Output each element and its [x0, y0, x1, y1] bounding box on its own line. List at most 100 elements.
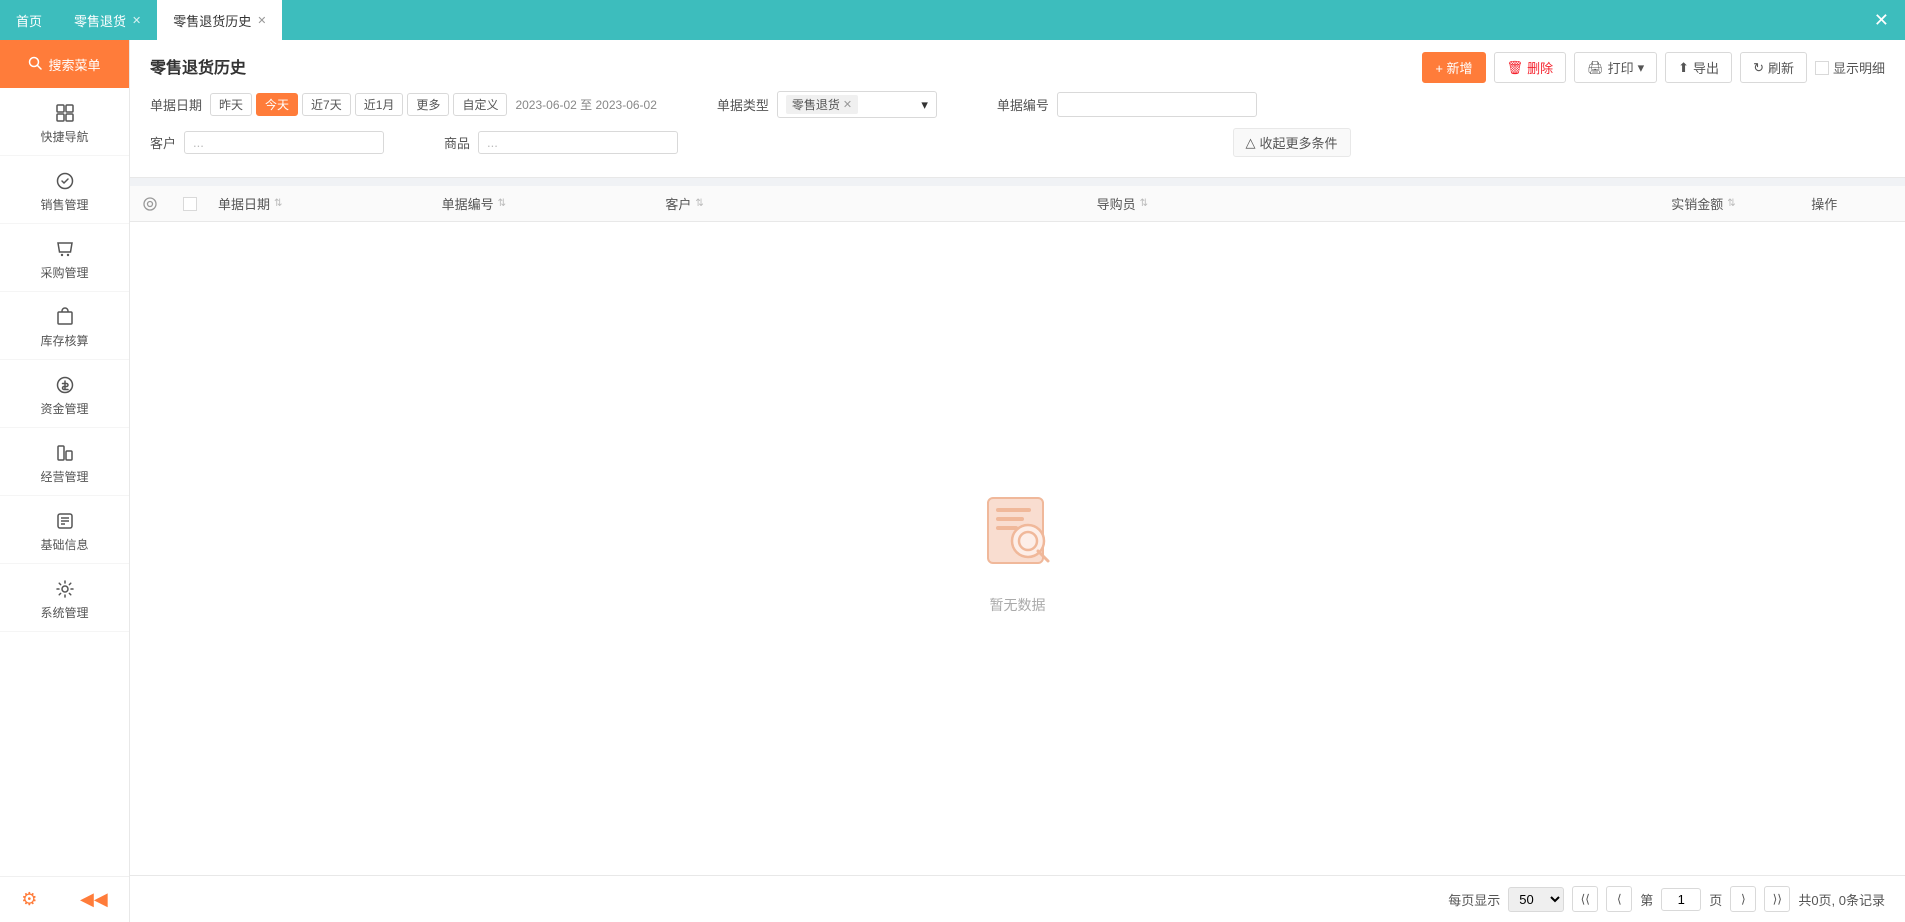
sidebar-item-purchase-label: 采购管理 — [40, 264, 88, 281]
page-label: 第 — [1640, 890, 1653, 909]
th-date-label: 单据日期 — [218, 194, 270, 213]
total-text: 共0页, 0条记录 — [1798, 890, 1885, 909]
date-btn-1month[interactable]: 近1月 — [355, 93, 404, 116]
delete-button[interactable]: 🗑 删除 — [1494, 52, 1567, 83]
th-customer-sort: ⇅ — [695, 198, 703, 209]
filter-docnumber-label: 单据编号 — [997, 95, 1049, 114]
search-icon — [28, 56, 42, 73]
search-menu-button[interactable]: 搜索菜单 — [0, 40, 129, 88]
page-title: 零售退货历史 — [150, 54, 246, 78]
th-checkbox[interactable] — [170, 197, 210, 211]
sidebar-item-operations[interactable]: 经营管理 — [0, 428, 129, 496]
settings-bottom-icon[interactable]: ⚙ — [21, 889, 37, 910]
th-number[interactable]: 单据编号 ⇅ — [434, 194, 658, 213]
tab-retail-return-history-label: 零售退货历史 — [173, 11, 251, 30]
select-all-checkbox[interactable] — [183, 197, 197, 211]
export-button-label: 导出 — [1693, 58, 1719, 77]
date-btn-7days[interactable]: 近7天 — [302, 93, 351, 116]
th-amount[interactable]: 实销金额 ⇅ — [1520, 194, 1744, 213]
first-page-button[interactable]: ⟨⟨ — [1572, 886, 1598, 912]
tab-retail-return-history[interactable]: 零售退货历史 ✕ — [157, 0, 282, 40]
empty-state-icon — [968, 483, 1068, 583]
operations-icon — [54, 442, 76, 464]
sidebar-item-operations-label: 经营管理 — [40, 468, 88, 485]
filter-docnumber-item: 单据编号 — [997, 92, 1257, 117]
sales-icon — [54, 170, 76, 192]
filter-docnumber-input[interactable] — [1057, 92, 1257, 117]
sidebar-item-purchase[interactable]: 采购管理 — [0, 224, 129, 292]
window-close-button[interactable]: ✕ — [1874, 10, 1905, 31]
th-ops-label: 操作 — [1811, 194, 1837, 213]
table-area: 单据日期 ⇅ 单据编号 ⇅ 客户 ⇅ 导购员 ⇅ 实销金额 ⇅ — [130, 186, 1905, 922]
th-date-sort: ⇅ — [274, 198, 282, 209]
sidebar-item-quick-nav[interactable]: 快捷导航 — [0, 88, 129, 156]
filter-goods-item: 商品 ... — [444, 131, 678, 154]
filter-doctype-label: 单据类型 — [717, 95, 769, 114]
refresh-button-label: 刷新 — [1768, 58, 1794, 77]
volume-bottom-icon[interactable]: ◀◀ — [80, 889, 108, 910]
refresh-button[interactable]: ↻ 刷新 — [1740, 52, 1807, 83]
new-button[interactable]: + 新增 — [1422, 52, 1485, 83]
print-button-label: 打印 — [1608, 58, 1634, 77]
th-guide-sort: ⇅ — [1140, 198, 1148, 209]
export-button[interactable]: ⬆ 导出 — [1665, 52, 1732, 83]
sidebar-item-basic-info-label: 基础信息 — [40, 536, 88, 553]
th-guide[interactable]: 导购员 ⇅ — [1089, 194, 1520, 213]
sidebar-item-basic-info[interactable]: 基础信息 — [0, 496, 129, 564]
th-date[interactable]: 单据日期 ⇅ — [210, 194, 434, 213]
collapse-container: △ 收起更多条件 — [698, 128, 1885, 157]
show-detail-label: 显示明细 — [1833, 58, 1885, 77]
date-btn-yesterday[interactable]: 昨天 — [210, 93, 252, 116]
th-settings[interactable] — [130, 196, 170, 212]
th-guide-label: 导购员 — [1097, 194, 1136, 213]
sidebar-item-inventory[interactable]: 库存核算 — [0, 292, 129, 360]
tab-home[interactable]: 首页 — [0, 0, 58, 40]
collapse-button[interactable]: △ 收起更多条件 — [1233, 128, 1351, 157]
filter-doctype-item: 单据类型 零售退货 ✕ ▾ — [717, 91, 937, 118]
print-icon: 🖨 — [1587, 60, 1604, 76]
collapse-label: 收起更多条件 — [1260, 133, 1338, 152]
filter-customer-select[interactable]: ... — [184, 131, 384, 154]
filter-doctype-chevron: ▾ — [921, 97, 928, 113]
sidebar-item-system[interactable]: 系统管理 — [0, 564, 129, 632]
date-btn-today[interactable]: 今天 — [256, 93, 298, 116]
tab-retail-return-label: 零售退货 — [74, 11, 126, 30]
tab-bar: 首页 零售退货 ✕ 零售退货历史 ✕ — [0, 0, 1874, 40]
show-detail-checkbox[interactable] — [1815, 61, 1829, 75]
new-button-label: + 新增 — [1435, 58, 1472, 77]
tab-retail-return[interactable]: 零售退货 ✕ — [58, 0, 157, 40]
top-bar: 首页 零售退货 ✕ 零售退货历史 ✕ ✕ — [0, 0, 1905, 40]
main-layout: 搜索菜单 快捷导航 销售管理 — [0, 40, 1905, 922]
print-button[interactable]: 🖨 打印 ▾ — [1574, 52, 1657, 83]
tab-home-label: 首页 — [16, 11, 42, 30]
date-btn-more[interactable]: 更多 — [407, 93, 449, 116]
sidebar: 搜索菜单 快捷导航 销售管理 — [0, 40, 130, 922]
tab-retail-return-close[interactable]: ✕ — [132, 14, 141, 27]
filter-row-2: 客户 ... 商品 ... △ 收起更多条 — [150, 128, 1885, 157]
filter-doctype-tag-close[interactable]: ✕ — [843, 98, 852, 111]
prev-page-button[interactable]: ⟨ — [1606, 886, 1632, 912]
date-btn-custom[interactable]: 自定义 — [453, 93, 507, 116]
pagination: 每页显示 50 10 20 100 ⟨⟨ ⟨ 第 页 ⟩ ⟩⟩ 共0页, 0条记… — [130, 875, 1905, 922]
th-customer[interactable]: 客户 ⇅ — [657, 194, 1088, 213]
current-page-input[interactable] — [1661, 888, 1701, 911]
filter-area: 单据日期 昨天 今天 近7天 近1月 更多 自定义 2023-06-02 至 2… — [150, 91, 1885, 177]
sidebar-item-finance[interactable]: 资金管理 — [0, 360, 129, 428]
next-page-button[interactable]: ⟩ — [1730, 886, 1756, 912]
nav-icon — [54, 102, 76, 124]
filter-goods-select[interactable]: ... — [478, 131, 678, 154]
last-page-button[interactable]: ⟩⟩ — [1764, 886, 1790, 912]
filter-doctype-select[interactable]: 零售退货 ✕ ▾ — [777, 91, 937, 118]
system-icon — [54, 578, 76, 600]
tab-retail-return-history-close[interactable]: ✕ — [257, 14, 266, 27]
date-range-display: 2023-06-02 至 2023-06-02 — [515, 96, 656, 113]
inventory-icon — [54, 306, 76, 328]
basic-info-icon — [54, 510, 76, 532]
th-amount-label: 实销金额 — [1671, 194, 1723, 213]
page-size-select[interactable]: 50 10 20 100 — [1508, 887, 1564, 912]
filter-date-item: 单据日期 昨天 今天 近7天 近1月 更多 自定义 2023-06-02 至 2… — [150, 93, 657, 116]
filter-customer-label: 客户 — [150, 133, 176, 152]
sidebar-item-sales-label: 销售管理 — [40, 196, 88, 213]
sidebar-bottom: ⚙ ◀◀ — [0, 876, 129, 922]
sidebar-item-sales[interactable]: 销售管理 — [0, 156, 129, 224]
